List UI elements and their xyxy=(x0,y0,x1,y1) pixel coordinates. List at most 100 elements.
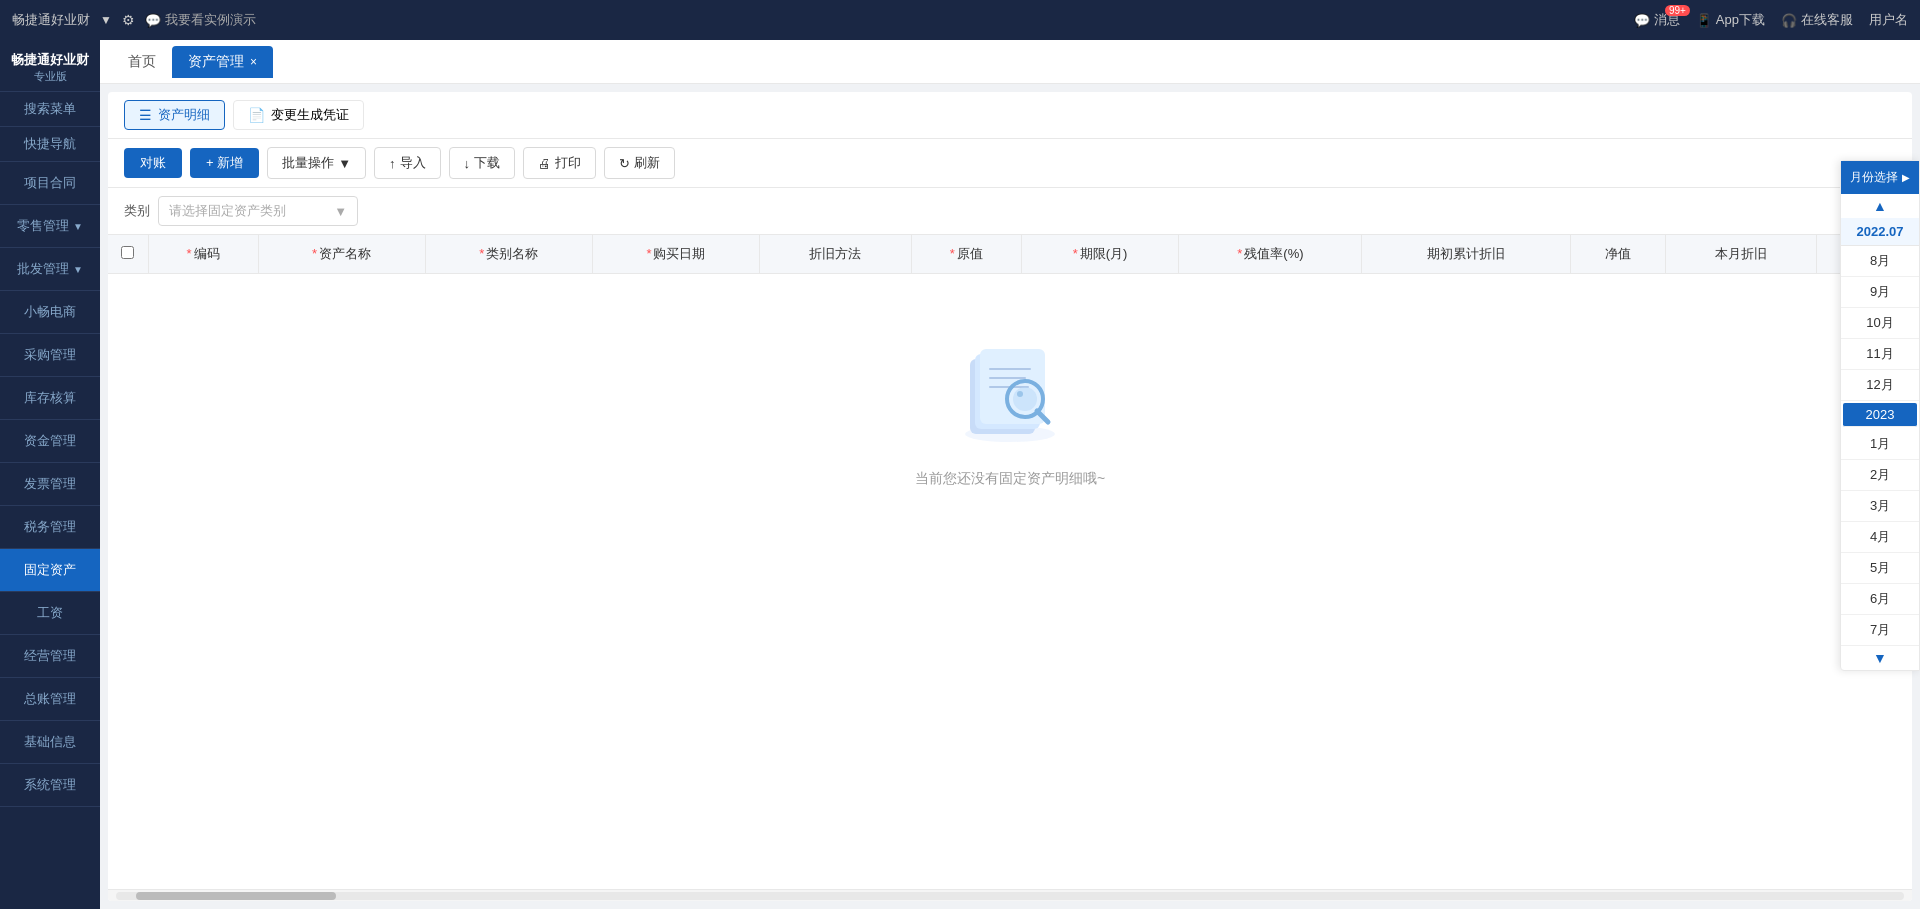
empty-text: 当前您还没有固定资产明细哦~ xyxy=(915,470,1105,488)
print-icon: 🖨 xyxy=(538,156,551,171)
sidebar-item-purchase[interactable]: 采购管理 xyxy=(0,334,100,377)
sub-tab-bar: ☰ 资产明细 📄 变更生成凭证 xyxy=(108,92,1912,139)
month-item-8[interactable]: 8月 xyxy=(1841,246,1919,277)
download-button[interactable]: ↓ 下载 xyxy=(449,147,516,179)
scroll-track xyxy=(116,892,1904,900)
header-residual-rate: *残值率(%) xyxy=(1179,235,1362,274)
sidebar-item-label: 税务管理 xyxy=(24,518,76,536)
sidebar-item-label: 总账管理 xyxy=(24,690,76,708)
table-wrapper: *编码 *资产名称 *类别名称 *购买日期 折旧方法 *原值 *期限(月) *残… xyxy=(108,235,1912,889)
category-filter[interactable]: 请选择固定资产类别 ▼ xyxy=(158,196,358,226)
collapse-icon: ▶ xyxy=(1902,172,1910,183)
company-dropdown[interactable]: ▼ xyxy=(100,13,112,27)
sidebar-item-project[interactable]: 项目合同 xyxy=(0,162,100,205)
sub-tab-label: 资产明细 xyxy=(158,106,210,124)
month-item-5[interactable]: 5月 xyxy=(1841,553,1919,584)
month-selector-header[interactable]: 月份选择 ▶ xyxy=(1841,161,1919,194)
sidebar-item-basic-info[interactable]: 基础信息 xyxy=(0,721,100,764)
settings-icon[interactable]: ⚙ xyxy=(122,12,135,28)
empty-state: 当前您还没有固定资产明细哦~ xyxy=(108,274,1912,548)
top-bar-right: 💬 消息 99+ 📱 App下载 🎧 在线客服 用户名 xyxy=(1634,11,1908,29)
month-nav-down[interactable]: ▼ xyxy=(1841,646,1919,670)
sidebar-item-ledger[interactable]: 总账管理 xyxy=(0,678,100,721)
tab-home[interactable]: 首页 xyxy=(116,46,168,78)
sidebar: 畅捷通好业财 专业版 搜索菜单 快捷导航 项目合同 零售管理 ▼ 批发管理 ▼ … xyxy=(0,40,100,909)
message-button[interactable]: 💬 消息 99+ xyxy=(1634,11,1680,29)
sidebar-item-retail[interactable]: 零售管理 ▼ xyxy=(0,205,100,248)
message-icon: 💬 xyxy=(1634,13,1650,28)
header-period: *期限(月) xyxy=(1021,235,1179,274)
month-item-1[interactable]: 1月 xyxy=(1841,429,1919,460)
month-item-6[interactable]: 6月 xyxy=(1841,584,1919,615)
header-accumulated-depreciation: 期初累计折旧 xyxy=(1362,235,1571,274)
sidebar-item-finance[interactable]: 资金管理 xyxy=(0,420,100,463)
app-download-button[interactable]: 📱 App下载 xyxy=(1696,11,1765,29)
month-item-11[interactable]: 11月 xyxy=(1841,339,1919,370)
sidebar-item-system[interactable]: 系统管理 xyxy=(0,764,100,807)
dropdown-icon: ▼ xyxy=(338,156,351,171)
sidebar-item-label: 项目合同 xyxy=(24,174,76,192)
header-category: *类别名称 xyxy=(425,235,592,274)
sub-tab-asset-detail[interactable]: ☰ 资产明细 xyxy=(124,100,225,130)
sidebar-item-inventory[interactable]: 库存核算 xyxy=(0,377,100,420)
month-item-12[interactable]: 12月 xyxy=(1841,370,1919,401)
sidebar-item-wholesale[interactable]: 批发管理 ▼ xyxy=(0,248,100,291)
tab-close-icon[interactable]: × xyxy=(250,55,257,69)
sidebar-search[interactable]: 搜索菜单 xyxy=(0,92,100,127)
sidebar-item-label: 经营管理 xyxy=(24,647,76,665)
svg-point-8 xyxy=(1013,387,1037,411)
add-button[interactable]: + 新增 xyxy=(190,148,259,178)
download-icon: ↓ xyxy=(464,156,471,171)
empty-illustration xyxy=(940,334,1080,454)
sidebar-item-invoice[interactable]: 发票管理 xyxy=(0,463,100,506)
import-icon: ↑ xyxy=(389,156,396,171)
batch-button[interactable]: 批量操作 ▼ xyxy=(267,147,366,179)
sidebar-item-tax[interactable]: 税务管理 xyxy=(0,506,100,549)
header-purchase-date: *购买日期 xyxy=(592,235,759,274)
demo-link[interactable]: 💬 我要看实例演示 xyxy=(145,11,256,29)
month-item-9[interactable]: 9月 xyxy=(1841,277,1919,308)
month-item-year-2023[interactable]: 2023 xyxy=(1843,403,1917,427)
tab-asset-management[interactable]: 资产管理 × xyxy=(172,46,273,78)
scroll-thumb[interactable] xyxy=(136,892,336,900)
filter-row: 类别 请选择固定资产类别 ▼ xyxy=(108,188,1912,235)
month-item-2[interactable]: 2月 xyxy=(1841,460,1919,491)
import-button[interactable]: ↑ 导入 xyxy=(374,147,441,179)
sidebar-item-payroll[interactable]: 工资 xyxy=(0,592,100,635)
month-item-3[interactable]: 3月 xyxy=(1841,491,1919,522)
tab-label: 资产管理 xyxy=(188,53,244,71)
month-item-7[interactable]: 7月 xyxy=(1841,615,1919,646)
reconcile-button[interactable]: 对账 xyxy=(124,148,182,178)
month-item-4[interactable]: 4月 xyxy=(1841,522,1919,553)
message-badge: 99+ xyxy=(1665,5,1690,16)
demo-text: 我要看实例演示 xyxy=(165,11,256,29)
header-monthly-depreciation: 本月折旧 xyxy=(1665,235,1817,274)
month-down-button[interactable]: ▼ xyxy=(1873,650,1887,666)
month-item-10[interactable]: 10月 xyxy=(1841,308,1919,339)
header-checkbox xyxy=(108,235,148,274)
tab-bar: 首页 资产管理 × xyxy=(100,40,1920,84)
service-button[interactable]: 🎧 在线客服 xyxy=(1781,11,1853,29)
select-all-checkbox[interactable] xyxy=(121,246,134,259)
sidebar-item-operations[interactable]: 经营管理 xyxy=(0,635,100,678)
voucher-icon: 📄 xyxy=(248,107,265,123)
month-nav-up[interactable]: ▲ xyxy=(1841,194,1919,218)
logo-title: 畅捷通好业财 xyxy=(8,52,92,69)
import-label: 导入 xyxy=(400,154,426,172)
svg-point-10 xyxy=(1017,391,1023,397)
service-label: 在线客服 xyxy=(1801,11,1853,29)
user-menu[interactable]: 用户名 xyxy=(1869,11,1908,29)
sub-tab-label: 变更生成凭证 xyxy=(271,106,349,124)
sidebar-item-ecommerce[interactable]: 小畅电商 xyxy=(0,291,100,334)
sidebar-quick-nav[interactable]: 快捷导航 xyxy=(0,127,100,162)
bottom-scrollbar[interactable] xyxy=(108,889,1912,901)
sub-tab-change-voucher[interactable]: 📄 变更生成凭证 xyxy=(233,100,364,130)
print-button[interactable]: 🖨 打印 xyxy=(523,147,596,179)
refresh-label: 刷新 xyxy=(634,154,660,172)
sidebar-item-fixed-assets[interactable]: 固定资产 xyxy=(0,549,100,592)
sidebar-item-label: 采购管理 xyxy=(24,346,76,364)
refresh-button[interactable]: ↻ 刷新 xyxy=(604,147,675,179)
download-label: 下载 xyxy=(474,154,500,172)
sidebar-item-label: 发票管理 xyxy=(24,475,76,493)
month-up-button[interactable]: ▲ xyxy=(1873,198,1887,214)
